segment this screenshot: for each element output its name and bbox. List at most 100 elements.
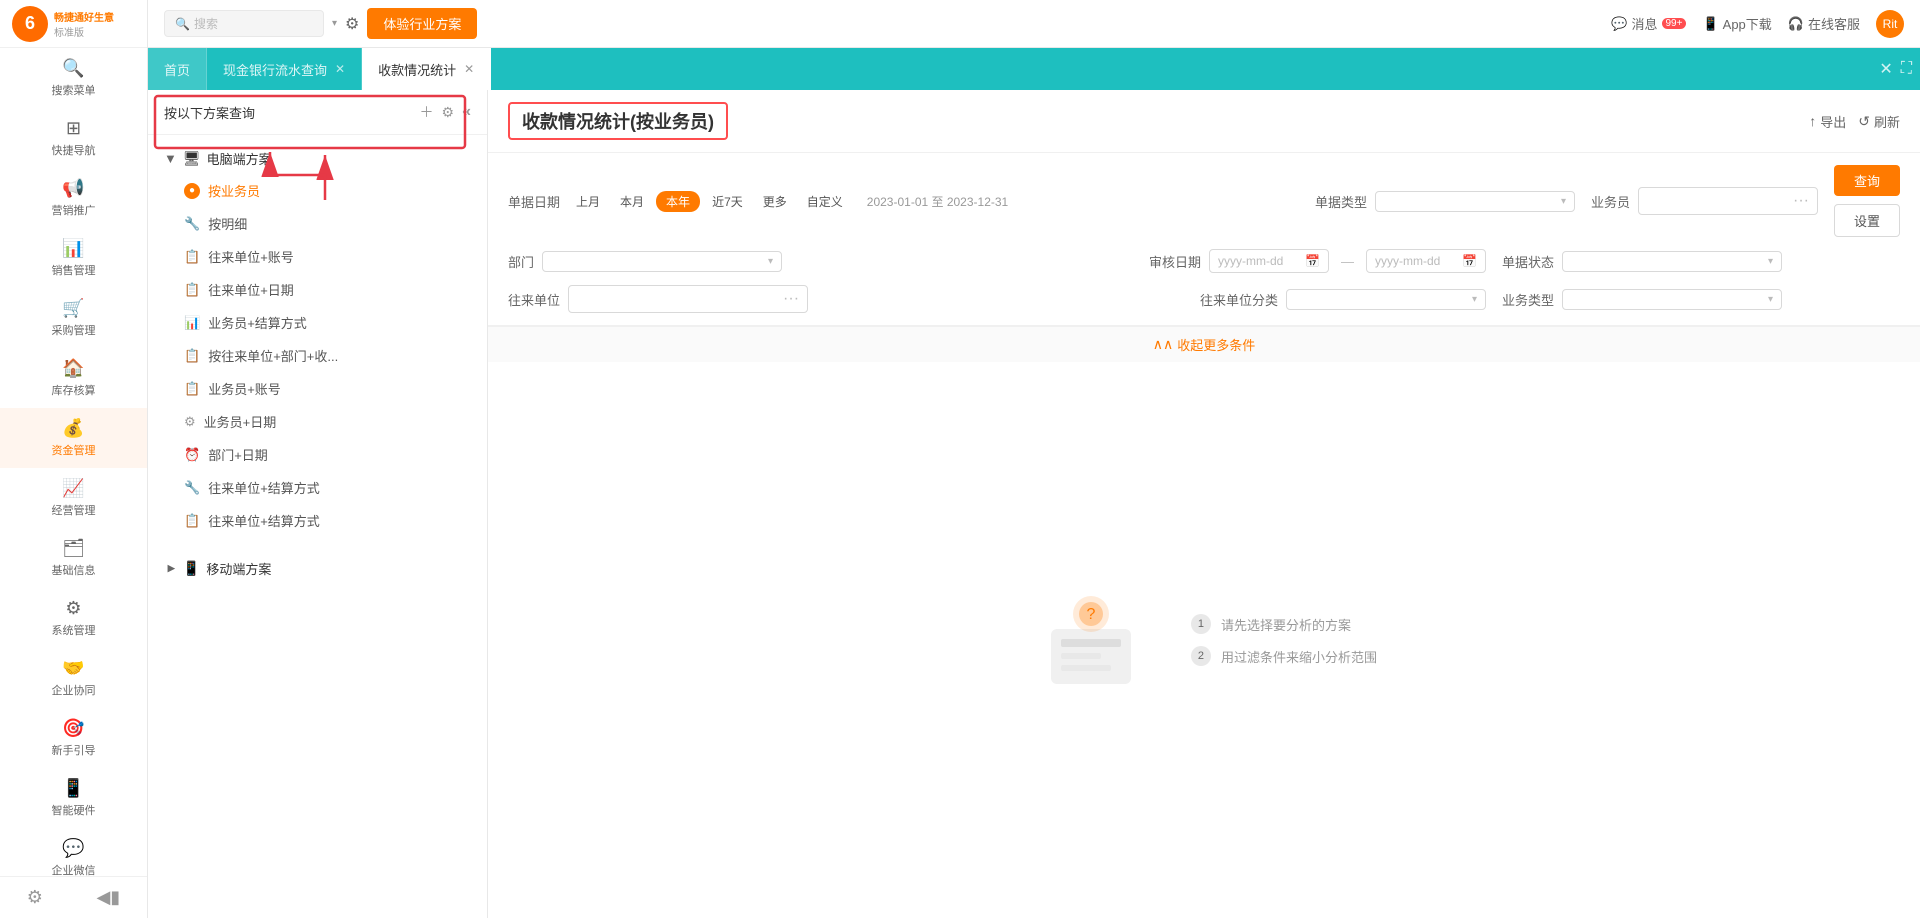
- tab-bank-flow-close[interactable]: ✕: [335, 62, 345, 76]
- salesman-more-icon[interactable]: ···: [1793, 192, 1809, 210]
- tab-close-window-icon[interactable]: ✕: [1879, 59, 1892, 79]
- salesman-select[interactable]: ···: [1638, 187, 1818, 215]
- sidebar-item-enterprise[interactable]: 🤝 企业协同: [0, 648, 147, 708]
- counterpart-filter-cell: 往来单位 ···: [508, 285, 808, 313]
- sidebar-item-label: 库存核算: [52, 382, 96, 398]
- empty-tip-1: 1 请先选择要分析的方案: [1191, 614, 1377, 634]
- scheme-item-by-detail[interactable]: 🔧 按明细: [148, 207, 487, 240]
- date-btn-7days[interactable]: 近7天: [704, 191, 751, 212]
- sidebar-item-inventory[interactable]: 🏠 库存核算: [0, 348, 147, 408]
- date-btn-this-year[interactable]: 本年: [656, 191, 700, 212]
- sidebar-item-label: 采购管理: [52, 322, 96, 338]
- sidebar-item-sales[interactable]: 📊 销售管理: [0, 228, 147, 288]
- date-btn-more[interactable]: 更多: [755, 191, 795, 212]
- sidebar-item-search[interactable]: 🔍 搜索菜单: [0, 48, 147, 108]
- user-avatar[interactable]: Rit: [1876, 10, 1904, 38]
- sidebar-item-quicknav[interactable]: ⊞ 快捷导航: [0, 108, 147, 168]
- calendar-icon-from: 📅: [1305, 254, 1320, 268]
- tab-maximize-icon[interactable]: ⛶: [1901, 60, 1912, 78]
- add-scheme-icon[interactable]: ＋: [420, 102, 434, 122]
- counterpart-select[interactable]: ···: [568, 285, 808, 313]
- logo-app-name: 畅捷通好生意: [54, 9, 114, 24]
- sidebar-item-system[interactable]: ⚙ 系统管理: [0, 588, 147, 648]
- basic-icon: 🗂: [62, 538, 85, 559]
- tab-home[interactable]: 首页: [148, 48, 207, 90]
- doc-type-arrow: ▾: [1561, 196, 1566, 207]
- counterpart-type-select[interactable]: ▾: [1286, 289, 1486, 310]
- header-gear-icon[interactable]: ⚙: [345, 14, 359, 34]
- refresh-button[interactable]: ↺ 刷新: [1858, 112, 1900, 131]
- sidebar-item-fund[interactable]: 💰 资金管理: [0, 408, 147, 468]
- doc-status-select[interactable]: ▾: [1562, 251, 1782, 272]
- review-date-to[interactable]: yyyy-mm-dd 📅: [1366, 249, 1486, 273]
- scheme-item-dept-date[interactable]: ⏰ 部门+日期: [148, 438, 487, 471]
- scheme-item-supplier-account[interactable]: 📋 往来单位+账号: [148, 240, 487, 273]
- setting-button[interactable]: 设置: [1834, 204, 1900, 237]
- settings-footer-icon[interactable]: ⚙: [27, 887, 43, 908]
- trial-industry-button[interactable]: 体验行业方案: [367, 8, 477, 39]
- pc-scheme-label: 电脑端方案: [207, 149, 272, 168]
- calendar-icon-to: 📅: [1462, 254, 1477, 268]
- counterpart-more-icon[interactable]: ···: [783, 290, 799, 308]
- scheme-item-supplier-settle1[interactable]: 🔧 往来单位+结算方式: [148, 471, 487, 504]
- tab-home-label: 首页: [164, 60, 190, 79]
- sidebar-item-label: 新手引导: [52, 742, 96, 758]
- sidebar-nav: 🔍 搜索菜单 ⊞ 快捷导航 📢 营销推广 📊 销售管理 🛒 采购管理 🏠: [0, 48, 147, 876]
- left-panel-title: 按以下方案查询: [164, 103, 420, 122]
- date-dash-separator: —: [1341, 254, 1354, 269]
- sidebar-item-basic[interactable]: 🗂 基础信息: [0, 528, 147, 588]
- tab-receipt-stats[interactable]: 收款情况统计 ✕: [362, 48, 491, 90]
- scheme-item-supplier-dept-recv[interactable]: 📋 按往来单位+部门+收...: [148, 339, 487, 372]
- message-item[interactable]: 💬 消息 99+: [1611, 14, 1686, 33]
- mobile-scheme-group-header[interactable]: ▼ 📱 移动端方案: [148, 553, 487, 584]
- sidebar-item-marketing[interactable]: 📢 营销推广: [0, 168, 147, 228]
- sidebar-item-operation[interactable]: 📈 经营管理: [0, 468, 147, 528]
- online-service-item[interactable]: 🎧 在线客服: [1788, 14, 1860, 33]
- date-btn-custom[interactable]: 自定义: [799, 191, 851, 212]
- date-btn-this-month[interactable]: 本月: [612, 191, 652, 212]
- scheme-item-supplier-date[interactable]: 📋 往来单位+日期: [148, 273, 487, 306]
- tab-receipt-stats-close[interactable]: ✕: [464, 62, 474, 76]
- app-download-item[interactable]: 📱 App下载: [1702, 14, 1771, 33]
- review-date-from[interactable]: yyyy-mm-dd 📅: [1209, 249, 1329, 273]
- export-button[interactable]: ↑ 导出: [1809, 112, 1846, 131]
- export-icon: ↑: [1809, 113, 1816, 129]
- sidebar-item-wechat[interactable]: 💬 企业微信: [0, 828, 147, 876]
- page-header-actions: ↑ 导出 ↺ 刷新: [1809, 112, 1900, 131]
- scheme-item-by-salesman[interactable]: ● 按业务员: [148, 174, 487, 207]
- table-icon2: 📋: [184, 282, 200, 298]
- scheme-item-salesman-account[interactable]: 📋 业务员+账号: [148, 372, 487, 405]
- tab-bank-flow[interactable]: 现金银行流水查询 ✕: [207, 48, 362, 90]
- wechat-icon: 💬: [62, 838, 84, 859]
- export-label: 导出: [1820, 112, 1846, 131]
- scheme-item-label: 按往来单位+部门+收...: [208, 346, 338, 365]
- doc-type-select[interactable]: ▾: [1375, 191, 1575, 212]
- empty-illustration: ?: [1031, 579, 1151, 702]
- query-button[interactable]: 查询: [1834, 165, 1900, 196]
- search-magnifier-icon: 🔍: [175, 17, 190, 31]
- date-btn-last-month[interactable]: 上月: [568, 191, 608, 212]
- collapse-sidebar-icon[interactable]: ◀▮: [96, 887, 120, 908]
- main-area: 🔍 搜索 ▾ ⚙ 体验行业方案 💬 消息 99+ 📱 App下载 🎧: [148, 0, 1920, 918]
- header-dropdown-arrow[interactable]: ▾: [332, 18, 337, 29]
- scheme-setting-icon[interactable]: ⚙: [442, 104, 455, 121]
- system-icon: ⚙: [65, 598, 81, 619]
- mobile-scheme-group: ▼ 📱 移动端方案: [148, 545, 487, 592]
- sidebar: 6 畅捷通好生意 标准版 🔍 搜索菜单 ⊞ 快捷导航 📢 营销推广 📊 销售管理: [0, 0, 148, 918]
- scheme-item-label: 业务员+日期: [204, 412, 277, 431]
- sidebar-item-hardware[interactable]: 📱 智能硬件: [0, 768, 147, 828]
- date-range-text: 2023-01-01 至 2023-12-31: [867, 193, 1008, 210]
- pc-scheme-group-header[interactable]: ▼ 🖥 电脑端方案: [148, 143, 487, 174]
- collapse-panel-icon[interactable]: «: [462, 103, 471, 121]
- content-area: 按以下方案查询 ＋ ⚙ « ▼ 🖥 电脑端方案 ● 按业务员: [148, 90, 1920, 918]
- scheme-item-salesman-settle[interactable]: 📊 业务员+结算方式: [148, 306, 487, 339]
- dept-select[interactable]: ▾: [542, 251, 782, 272]
- collapse-bar[interactable]: ∧∧ 收起更多条件: [488, 326, 1920, 362]
- scheme-item-salesman-date[interactable]: ⚙ 业务员+日期: [148, 405, 487, 438]
- biz-type-filter-cell: 业务类型 ▾: [1502, 289, 1782, 310]
- scheme-item-supplier-settle2[interactable]: 📋 往来单位+结算方式: [148, 504, 487, 537]
- biz-type-select[interactable]: ▾: [1562, 289, 1782, 310]
- sidebar-item-purchase[interactable]: 🛒 采购管理: [0, 288, 147, 348]
- sidebar-item-guide[interactable]: 🎯 新手引导: [0, 708, 147, 768]
- header-search-box[interactable]: 🔍 搜索: [164, 10, 324, 37]
